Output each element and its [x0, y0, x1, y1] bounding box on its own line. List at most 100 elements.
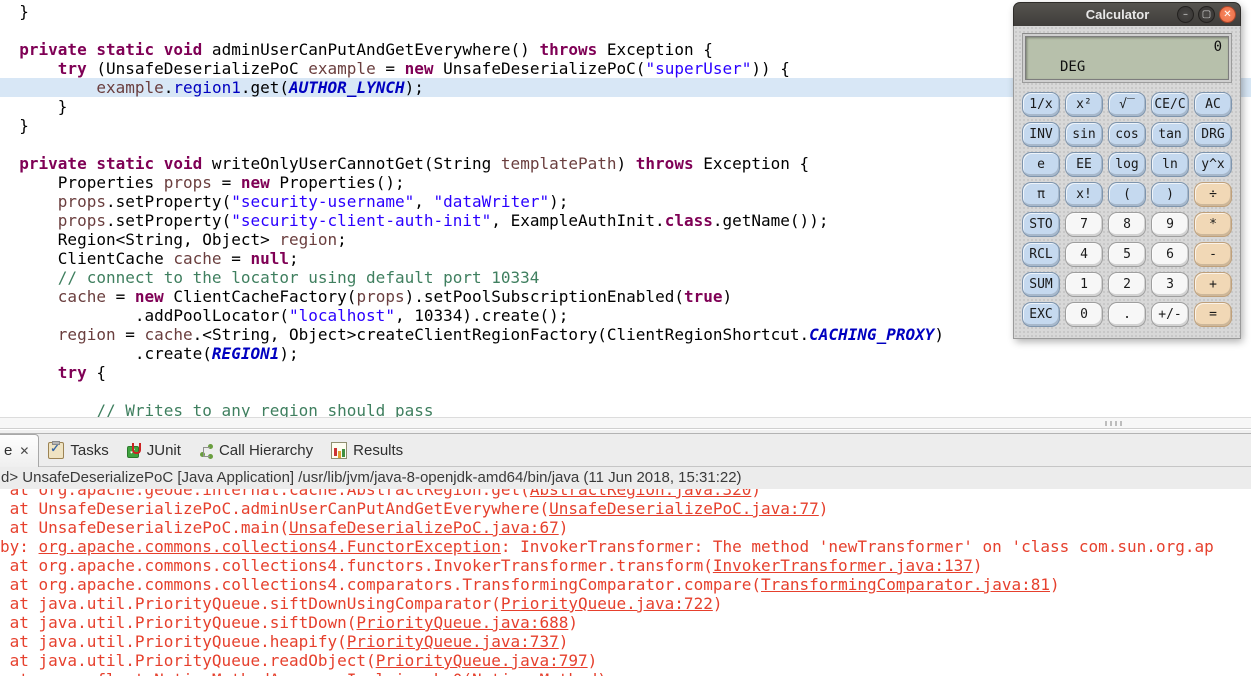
- calc-button-tan[interactable]: tan: [1151, 122, 1189, 147]
- tab-tasks[interactable]: Tasks: [39, 434, 117, 466]
- tab-label: e: [4, 442, 13, 459]
- calc-button-clear-entry[interactable]: CE/C: [1151, 92, 1189, 117]
- stack-trace-link[interactable]: PriorityQueue.java:737: [347, 632, 559, 651]
- code-line: try {: [57, 363, 106, 382]
- calc-button-pi[interactable]: π: [1022, 182, 1060, 207]
- calc-button-4[interactable]: 4: [1065, 242, 1103, 267]
- tab-console-clipped[interactable]: e ✕: [0, 433, 40, 467]
- calculator-titlebar[interactable]: Calculator – ▢ ✕: [1013, 2, 1241, 26]
- calc-button-factorial[interactable]: x!: [1065, 182, 1103, 207]
- window-controls: – ▢ ✕: [1177, 6, 1240, 23]
- calc-button-ee[interactable]: EE: [1065, 152, 1103, 177]
- calc-button-store[interactable]: STO: [1022, 212, 1060, 237]
- stack-trace-link[interactable]: InvokerTransformer.java:137: [713, 556, 973, 575]
- tab-results[interactable]: Results: [322, 434, 412, 466]
- code-line: .create(REGION1);: [0, 344, 299, 363]
- console-line: at UnsafeDeserializePoC.main(UnsafeDeser…: [0, 518, 569, 537]
- calc-button-8[interactable]: 8: [1108, 212, 1146, 237]
- calc-button-multiply[interactable]: *: [1194, 212, 1232, 237]
- calc-button-3[interactable]: 3: [1151, 272, 1189, 297]
- stack-trace-link[interactable]: UnsafeDeserializePoC.java:77: [549, 499, 819, 518]
- calc-button-1[interactable]: 1: [1065, 272, 1103, 297]
- calc-button-e[interactable]: e: [1022, 152, 1060, 177]
- call-hierarchy-icon: [199, 443, 213, 458]
- console-line: at java.util.PriorityQueue.heapify(Prior…: [0, 632, 569, 651]
- calc-button-paren-close[interactable]: ): [1151, 182, 1189, 207]
- console-line: by: org.apache.commons.collections4.Func…: [0, 537, 1214, 556]
- calculator-window: Calculator – ▢ ✕ 0 DEG 1/x x² √‾ CE/C AC INV sin…: [1013, 2, 1241, 339]
- console-panel: e✕TasksJUnitCall HierarchyResults d> Uns…: [0, 433, 1251, 676]
- console-line: at org.apache.geode.internal.cache.Abstr…: [0, 489, 1251, 499]
- maximize-button[interactable]: ▢: [1198, 6, 1215, 23]
- tab-label: Tasks: [70, 441, 109, 459]
- calculator-body: 0 DEG 1/x x² √‾ CE/C AC INV sin cos tan DRG e EE log…: [1013, 26, 1241, 339]
- calc-button-sum[interactable]: SUM: [1022, 272, 1060, 297]
- console-tabbar: e✕TasksJUnitCall HierarchyResults: [0, 433, 1251, 467]
- tab-label: Results: [353, 441, 404, 459]
- stack-trace-link[interactable]: TransformingComparator.java:81: [761, 575, 1050, 594]
- calc-button-divide[interactable]: ÷: [1194, 182, 1232, 207]
- calculator-keypad: 1/x x² √‾ CE/C AC INV sin cos tan DRG e EE log ln y^x π…: [1022, 92, 1232, 327]
- console-launch-header: d> UnsafeDeserializePoC [Java Applicatio…: [0, 467, 1251, 489]
- calc-button-7[interactable]: 7: [1065, 212, 1103, 237]
- calc-button-2[interactable]: 2: [1108, 272, 1146, 297]
- calc-button-plus-minus[interactable]: +/-: [1151, 302, 1189, 327]
- calc-button-paren-open[interactable]: (: [1108, 182, 1146, 207]
- calc-button-exchange[interactable]: EXC: [1022, 302, 1060, 327]
- calc-button-power[interactable]: y^x: [1194, 152, 1232, 177]
- stack-trace-link[interactable]: PriorityQueue.java:722: [501, 594, 713, 613]
- results-icon: [331, 441, 348, 459]
- stack-trace-link[interactable]: UnsafeDeserializePoC.java:67: [289, 518, 559, 537]
- console-line: at java.util.PriorityQueue.siftDown(Prio…: [0, 613, 578, 632]
- calc-button-5[interactable]: 5: [1108, 242, 1146, 267]
- console-line: at org.apache.commons.collections4.funct…: [0, 556, 983, 575]
- calc-button-recall[interactable]: RCL: [1022, 242, 1060, 267]
- stack-trace-link[interactable]: AbstractRegion.java:320: [530, 489, 752, 499]
- calc-button-reciprocal[interactable]: 1/x: [1022, 92, 1060, 117]
- calculator-display-frame: 0 DEG: [1022, 33, 1232, 83]
- display-value: 0: [1213, 39, 1222, 55]
- minimize-button[interactable]: –: [1177, 6, 1194, 23]
- close-button[interactable]: ✕: [1219, 6, 1236, 23]
- calculator-title: Calculator: [1085, 7, 1150, 22]
- calc-button-subtract[interactable]: -: [1194, 242, 1232, 267]
- stack-trace-link[interactable]: PriorityQueue.java:688: [356, 613, 568, 632]
- calculator-display: 0 DEG: [1025, 36, 1229, 80]
- calc-button-0[interactable]: 0: [1065, 302, 1103, 327]
- console-line: at sun.reflect.NativeMethodAccessorImpl.…: [0, 670, 1251, 676]
- code-line: // Writes to any region should pass: [96, 401, 434, 417]
- console-line: at UnsafeDeserializePoC.adminUserCanPutA…: [0, 499, 829, 518]
- calc-button-ln[interactable]: ln: [1151, 152, 1189, 177]
- calc-button-all-clear[interactable]: AC: [1194, 92, 1232, 117]
- console-line: at org.apache.commons.collections4.compa…: [0, 575, 1060, 594]
- calc-button-9[interactable]: 9: [1151, 212, 1189, 237]
- calc-button-sqrt[interactable]: √‾: [1108, 92, 1146, 117]
- calc-button-drg[interactable]: DRG: [1194, 122, 1232, 147]
- stack-trace-link[interactable]: PriorityQueue.java:797: [376, 651, 588, 670]
- calc-button-6[interactable]: 6: [1151, 242, 1189, 267]
- calc-button-equals[interactable]: =: [1194, 302, 1232, 327]
- close-icon[interactable]: ✕: [19, 444, 29, 458]
- calc-button-decimal[interactable]: .: [1108, 302, 1146, 327]
- calc-button-log[interactable]: log: [1108, 152, 1146, 177]
- tab-label: JUnit: [146, 441, 181, 459]
- display-mode: DEG: [1060, 59, 1086, 75]
- stack-trace-link[interactable]: org.apache.commons.collections4.FunctorE…: [39, 537, 501, 556]
- console-line: at java.util.PriorityQueue.siftDownUsing…: [0, 594, 723, 613]
- scrollbar-grip[interactable]: [1105, 421, 1125, 426]
- console-line: at java.util.PriorityQueue.readObject(Pr…: [0, 651, 598, 670]
- editor-horizontal-scrollbar[interactable]: [0, 417, 1251, 429]
- tasks-icon: [48, 440, 65, 459]
- tab-call-hierarchy[interactable]: Call Hierarchy: [190, 434, 322, 466]
- calc-button-inverse[interactable]: INV: [1022, 122, 1060, 147]
- console-output[interactable]: at org.apache.geode.internal.cache.Abstr…: [0, 489, 1251, 676]
- console-output-lines: at org.apache.geode.internal.cache.Abstr…: [0, 489, 1251, 676]
- tab-label: Call Hierarchy: [218, 441, 314, 459]
- calc-button-square[interactable]: x²: [1065, 92, 1103, 117]
- junit-icon: [126, 442, 141, 458]
- calc-button-cos[interactable]: cos: [1108, 122, 1146, 147]
- calc-button-sin[interactable]: sin: [1065, 122, 1103, 147]
- calc-button-add[interactable]: +: [1194, 272, 1232, 297]
- tab-junit[interactable]: JUnit: [118, 434, 190, 466]
